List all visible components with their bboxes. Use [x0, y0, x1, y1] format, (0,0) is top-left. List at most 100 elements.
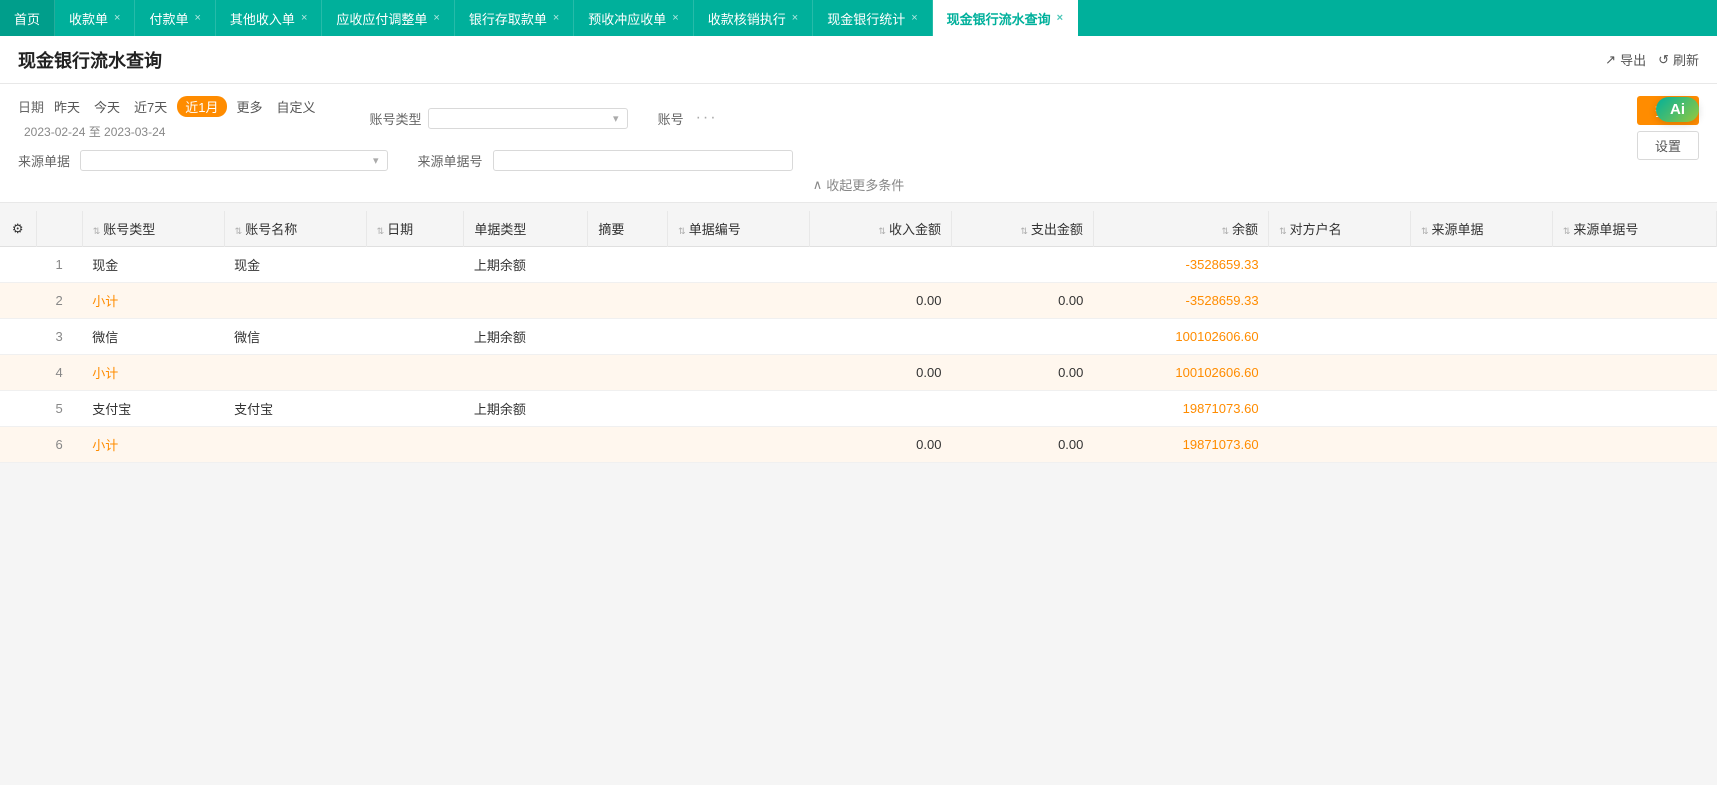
collapse-bar: ∧ 收起更多条件 [18, 171, 1699, 194]
nav-bank-deposit[interactable]: 银行存取款单 × [455, 0, 574, 36]
nav-home[interactable]: 首页 [0, 0, 55, 36]
refresh-icon: ↺ [1658, 52, 1669, 68]
col-balance[interactable]: ⇅余额 [1093, 211, 1268, 247]
row-doc-type: 上期余额 [464, 247, 588, 283]
nav-other-income-close[interactable]: × [301, 12, 307, 24]
nav-cash-flow[interactable]: 现金银行流水查询 × [933, 0, 1078, 36]
nav-prepayment-close[interactable]: × [672, 12, 678, 24]
account-type-input[interactable] [437, 111, 609, 126]
row-balance: 100102606.60 [1093, 355, 1268, 391]
nav-cash-stats[interactable]: 现金银行统计 × [813, 0, 932, 36]
nav-adjustment[interactable]: 应收应付调整单 × [322, 0, 454, 36]
row-counterpart [1269, 391, 1411, 427]
nav-payment-close[interactable]: × [194, 12, 200, 24]
row-summary [588, 427, 668, 463]
nav-receipt[interactable]: 收款单 × [55, 0, 135, 36]
row-balance: 19871073.60 [1093, 391, 1268, 427]
col-source-doc-no[interactable]: ⇅来源单据号 [1552, 211, 1716, 247]
row-account-type: 支付宝 [82, 391, 224, 427]
nav-adjustment-close[interactable]: × [433, 12, 439, 24]
nav-other-income[interactable]: 其他收入单 × [216, 0, 322, 36]
row-gear [0, 391, 36, 427]
source-doc-input-wrap[interactable]: ▾ [80, 150, 388, 171]
nav-cash-stats-close[interactable]: × [911, 12, 917, 24]
ai-badge[interactable]: Ai [1656, 97, 1699, 122]
nav-receipt-close[interactable]: × [114, 12, 120, 24]
row-account-type: 现金 [82, 247, 224, 283]
source-doc-chevron: ▾ [373, 154, 379, 167]
row-doc-no [668, 355, 810, 391]
collapse-button[interactable]: ∧ 收起更多条件 [813, 175, 905, 194]
col-summary: 摘要 [588, 211, 668, 247]
export-button[interactable]: ↗ 导出 [1605, 50, 1646, 69]
row-counterpart [1269, 319, 1411, 355]
table-header-row: ⚙ ⇅账号类型 ⇅账号名称 ⇅日期 单据类型 摘要 ⇅单据编号 ⇅收入金额 ⇅支… [0, 211, 1717, 247]
header-actions: ↗ 导出 ↺ 刷新 [1605, 50, 1699, 69]
date-7days[interactable]: 近7天 [130, 96, 171, 117]
col-counterpart[interactable]: ⇅对方户名 [1269, 211, 1411, 247]
row-income: 0.00 [810, 355, 952, 391]
row-idx: 1 [36, 247, 82, 283]
nav-collection[interactable]: 收款核销执行 × [694, 0, 813, 36]
nav-payment[interactable]: 付款单 × [135, 0, 215, 36]
date-label: 日期 [18, 97, 44, 116]
account-type-input-wrap[interactable]: ▾ [428, 108, 628, 129]
nav-collection-close[interactable]: × [792, 12, 798, 24]
nav-prepayment-label: 预收冲应收单 [588, 9, 666, 28]
table-row[interactable]: 1 现金 现金 上期余额 -3528659.33 [0, 247, 1717, 283]
col-income[interactable]: ⇅收入金额 [810, 211, 952, 247]
nav-bank-deposit-close[interactable]: × [553, 12, 559, 24]
col-gear[interactable]: ⚙ [0, 211, 36, 247]
row-doc-no [668, 427, 810, 463]
date-presets: 昨天 今天 近7天 近1月 更多 自定义 [50, 96, 320, 117]
row-account-type: 微信 [82, 319, 224, 355]
col-expense[interactable]: ⇅支出金额 [951, 211, 1093, 247]
source-doc-input[interactable] [89, 153, 369, 168]
row-account-name: 微信 [224, 319, 366, 355]
refresh-button[interactable]: ↺ 刷新 [1658, 50, 1699, 69]
row-counterpart [1269, 355, 1411, 391]
table-row[interactable]: 6 小计 0.00 0.00 19871073.60 [0, 427, 1717, 463]
date-1month[interactable]: 近1月 [177, 96, 226, 117]
nav-bank-deposit-label: 银行存取款单 [469, 9, 547, 28]
row-income [810, 391, 952, 427]
row-counterpart [1269, 283, 1411, 319]
row-doc-type: 上期余额 [464, 391, 588, 427]
table-row[interactable]: 4 小计 0.00 0.00 100102606.60 [0, 355, 1717, 391]
table-row[interactable]: 5 支付宝 支付宝 上期余额 19871073.60 [0, 391, 1717, 427]
col-date[interactable]: ⇅日期 [366, 211, 464, 247]
nav-adjustment-label: 应收应付调整单 [336, 9, 427, 28]
data-table: ⚙ ⇅账号类型 ⇅账号名称 ⇅日期 单据类型 摘要 ⇅单据编号 ⇅收入金额 ⇅支… [0, 211, 1717, 463]
source-doc-num-input[interactable] [502, 153, 784, 168]
row-source-doc [1410, 355, 1552, 391]
row-expense: 0.00 [951, 355, 1093, 391]
row-summary [588, 319, 668, 355]
nav-cash-flow-close[interactable]: × [1057, 12, 1063, 24]
nav-collection-label: 收款核销执行 [708, 9, 786, 28]
row-date [366, 283, 464, 319]
date-today[interactable]: 今天 [90, 96, 124, 117]
table-row[interactable]: 3 微信 微信 上期余额 100102606.60 [0, 319, 1717, 355]
refresh-label: 刷新 [1673, 50, 1699, 69]
table-row[interactable]: 2 小计 0.00 0.00 -3528659.33 [0, 283, 1717, 319]
nav-home-label: 首页 [14, 9, 40, 28]
col-account-name[interactable]: ⇅账号名称 [224, 211, 366, 247]
date-yesterday[interactable]: 昨天 [50, 96, 84, 117]
source-doc-num-input-wrap[interactable] [493, 150, 793, 171]
col-idx [36, 211, 82, 247]
date-more[interactable]: 更多 [233, 96, 267, 117]
col-account-type[interactable]: ⇅账号类型 [82, 211, 224, 247]
row-idx: 6 [36, 427, 82, 463]
date-range-display: 2023-02-24 至 2023-03-24 [24, 123, 165, 140]
nav-prepayment[interactable]: 预收冲应收单 × [574, 0, 693, 36]
source-doc-label: 来源单据 [18, 151, 70, 170]
col-source-doc[interactable]: ⇅来源单据 [1410, 211, 1552, 247]
row-source-doc-no [1552, 391, 1716, 427]
account-dots-btn[interactable]: ··· [696, 109, 718, 127]
date-custom[interactable]: 自定义 [273, 96, 320, 117]
col-doc-no[interactable]: ⇅单据编号 [668, 211, 810, 247]
row-source-doc-no [1552, 283, 1716, 319]
row-source-doc [1410, 319, 1552, 355]
row-source-doc-no [1552, 355, 1716, 391]
setting-button[interactable]: 设置 [1637, 131, 1699, 160]
